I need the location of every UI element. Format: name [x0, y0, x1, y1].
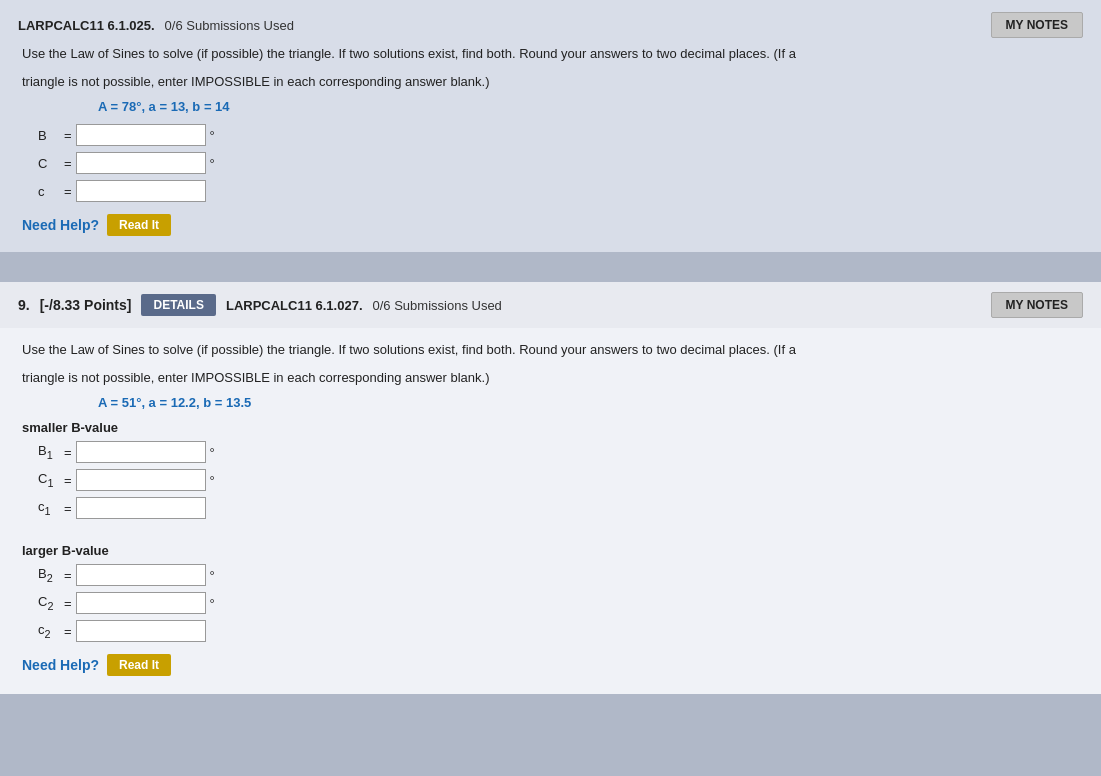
top-read-it-button[interactable]: Read It	[107, 214, 171, 236]
larger-c2-upper-input[interactable]	[76, 592, 206, 614]
larger-c2-lower-row: c2 =	[18, 620, 1083, 642]
top-equals-c-lower: =	[64, 184, 72, 199]
top-input-c-upper[interactable]	[76, 152, 206, 174]
smaller-c1-lower-input[interactable]	[76, 497, 206, 519]
section-9-submissions: 0/6 Submissions Used	[373, 298, 502, 313]
section-9-header: 9. [-/8.33 Points] DETAILS LARPCALC11 6.…	[0, 282, 1101, 328]
larger-b2-equals: =	[64, 568, 72, 583]
larger-b2-label: B2	[38, 566, 60, 584]
top-degree-c-upper: °	[210, 156, 215, 171]
spacer	[0, 262, 1101, 272]
section-9-need-help-label: Need Help?	[22, 657, 99, 673]
larger-c2-upper-equals: =	[64, 596, 72, 611]
page-container: LARPCALC11 6.1.025. 0/6 Submissions Used…	[0, 0, 1101, 694]
top-header-left: LARPCALC11 6.1.025. 0/6 Submissions Used	[18, 18, 294, 33]
top-problem-text-2: triangle is not possible, enter IMPOSSIB…	[18, 72, 1083, 92]
section-9-header-left: 9. [-/8.33 Points] DETAILS LARPCALC11 6.…	[18, 294, 502, 316]
larger-c2-lower-input[interactable]	[76, 620, 206, 642]
section-9-details-button[interactable]: DETAILS	[141, 294, 215, 316]
top-problem-header: LARPCALC11 6.1.025. 0/6 Submissions Used…	[18, 12, 1083, 38]
top-equation: A = 78°, a = 13, b = 14	[18, 99, 1083, 114]
larger-c2-upper-row: C2 = °	[18, 592, 1083, 614]
top-submissions: 0/6 Submissions Used	[165, 18, 294, 33]
top-problem-section: LARPCALC11 6.1.025. 0/6 Submissions Used…	[0, 0, 1101, 252]
top-problem-text-1: Use the Law of Sines to solve (if possib…	[18, 44, 1083, 64]
top-need-help-label: Need Help?	[22, 217, 99, 233]
larger-c2-upper-degree: °	[210, 596, 215, 611]
section-9-points: [-/8.33 Points]	[40, 297, 132, 313]
section-9-need-help-row: Need Help? Read It	[18, 654, 1083, 676]
smaller-b1-input[interactable]	[76, 441, 206, 463]
section-9-problem-id: LARPCALC11 6.1.027.	[226, 298, 363, 313]
smaller-c1-upper-input[interactable]	[76, 469, 206, 491]
smaller-b1-label: B1	[38, 443, 60, 461]
larger-c2-upper-label: C2	[38, 594, 60, 612]
smaller-b1-row: B1 = °	[18, 441, 1083, 463]
section-9-body: Use the Law of Sines to solve (if possib…	[0, 328, 1101, 694]
top-my-notes-button[interactable]: MY NOTES	[991, 12, 1083, 38]
top-degree-b: °	[210, 128, 215, 143]
smaller-c1-lower-row: c1 =	[18, 497, 1083, 519]
section-9-number: 9.	[18, 297, 30, 313]
section-9-read-it-button[interactable]: Read It	[107, 654, 171, 676]
smaller-b1-degree: °	[210, 445, 215, 460]
spacer-2	[18, 525, 1083, 535]
larger-c2-lower-label: c2	[38, 622, 60, 640]
top-input-row-b: B = °	[18, 124, 1083, 146]
smaller-c1-upper-equals: =	[64, 473, 72, 488]
section-9-my-notes-button[interactable]: MY NOTES	[991, 292, 1083, 318]
top-equals-c-upper: =	[64, 156, 72, 171]
larger-b2-row: B2 = °	[18, 564, 1083, 586]
smaller-c1-lower-equals: =	[64, 501, 72, 516]
larger-b2-degree: °	[210, 568, 215, 583]
top-problem-id: LARPCALC11 6.1.025.	[18, 18, 155, 33]
smaller-b1-equals: =	[64, 445, 72, 460]
top-input-row-c-upper: C = °	[18, 152, 1083, 174]
smaller-c1-lower-label: c1	[38, 499, 60, 517]
larger-b-label: larger B-value	[18, 543, 1083, 558]
top-input-row-c-lower: c =	[18, 180, 1083, 202]
top-label-b: B	[38, 128, 60, 143]
larger-c2-lower-equals: =	[64, 624, 72, 639]
smaller-c1-upper-row: C1 = °	[18, 469, 1083, 491]
smaller-b-label: smaller B-value	[18, 420, 1083, 435]
section-9: 9. [-/8.33 Points] DETAILS LARPCALC11 6.…	[0, 282, 1101, 694]
top-label-c-lower: c	[38, 184, 60, 199]
smaller-c1-upper-label: C1	[38, 471, 60, 489]
section-9-equation: A = 51°, a = 12.2, b = 13.5	[18, 395, 1083, 410]
top-input-c-lower[interactable]	[76, 180, 206, 202]
smaller-c1-upper-degree: °	[210, 473, 215, 488]
section-9-text-1: Use the Law of Sines to solve (if possib…	[18, 340, 1083, 360]
top-label-c-upper: C	[38, 156, 60, 171]
larger-b2-input[interactable]	[76, 564, 206, 586]
top-need-help-row: Need Help? Read It	[18, 214, 1083, 236]
top-input-b[interactable]	[76, 124, 206, 146]
top-equals-b: =	[64, 128, 72, 143]
section-9-text-2: triangle is not possible, enter IMPOSSIB…	[18, 368, 1083, 388]
